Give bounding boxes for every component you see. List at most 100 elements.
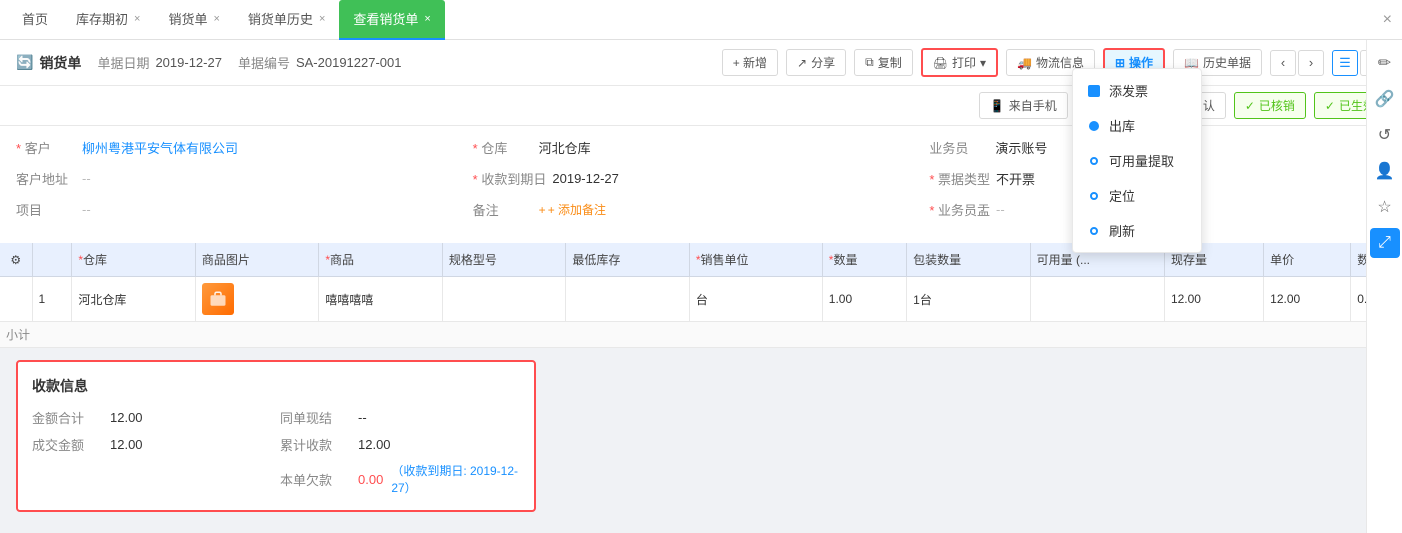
subtotal-label: 小计: [0, 322, 1402, 348]
add-note-button[interactable]: + + 添加备注: [539, 201, 606, 218]
plus-icon: +: [539, 203, 546, 217]
address-value: --: [82, 171, 91, 186]
prev-arrow[interactable]: ‹: [1270, 50, 1296, 76]
note-label: 备注: [473, 200, 533, 219]
doc-date-meta: 单据日期 2019-12-27: [97, 53, 222, 72]
staff2-value: --: [996, 202, 1005, 217]
available-qty-item[interactable]: 可用量提取: [1073, 143, 1201, 178]
copy-icon: ⧉: [865, 55, 874, 70]
col-gear[interactable]: ⚙: [0, 243, 32, 277]
col-product: *商品: [319, 243, 443, 277]
row-available: [1030, 277, 1164, 322]
customer-field: * 客户 柳州粤港平安气体有限公司: [16, 138, 473, 157]
operation-dropdown: 添发票 出库 可用量提取 定位 刷新: [1072, 68, 1202, 253]
row-sales-unit: 台: [689, 277, 822, 322]
staff-value: 演示账号: [995, 138, 1047, 157]
tab-sales-order[interactable]: 销货单 ×: [154, 0, 233, 40]
payment-grid: 金额合计 12.00 同单现结 -- 成交金额 12.00 累计收款 12.00…: [32, 408, 520, 496]
from-phone-button[interactable]: 📱 来自手机: [979, 92, 1068, 119]
print-dropdown-arrow: ▾: [980, 56, 986, 70]
outbound-item[interactable]: 出库: [1073, 108, 1201, 143]
tab-view-sales[interactable]: 查看销货单 ×: [339, 0, 444, 40]
tab-sales-history[interactable]: 销货单历史 ×: [234, 0, 339, 40]
window-close-button[interactable]: ×: [1383, 11, 1392, 29]
row-unit-price: 12.00: [1264, 277, 1351, 322]
same-order-item: 同单现结 --: [280, 408, 520, 427]
sidebar-icon-refresh[interactable]: ↺: [1370, 120, 1400, 150]
project-label: 项目: [16, 200, 76, 219]
share-icon: ↗: [797, 56, 807, 70]
project-value: --: [82, 202, 91, 217]
copy-button[interactable]: ⧉ 复制: [854, 49, 913, 76]
active-check-icon: ✓: [1325, 99, 1335, 113]
staff2-label: 业务员盂: [938, 203, 990, 218]
row-spec: [442, 277, 566, 322]
total-amount-item: 金额合计 12.00: [32, 408, 272, 427]
ticket-type-label: 票据类型: [938, 172, 990, 187]
doc-number-meta: 单据编号 SA-20191227-001: [238, 53, 402, 72]
sidebar-icon-link[interactable]: 🔗: [1370, 84, 1400, 114]
row-pack-qty: 1台: [907, 277, 1031, 322]
staff-label: 业务员: [929, 138, 989, 157]
confirmed-button[interactable]: ✓ 已核销: [1234, 92, 1306, 119]
product-table-wrap: ⚙ *仓库 商品图片 *商品 规格型号 最低库存 *销售单位 *数量 包装数量 …: [0, 243, 1402, 348]
warehouse-label: 仓库: [481, 141, 507, 156]
row-current-stock: 12.00: [1164, 277, 1263, 322]
col-spec: 规格型号: [442, 243, 566, 277]
sidebar-icon-expand[interactable]: ⤢: [1370, 228, 1400, 258]
row-product-img: [195, 277, 319, 322]
transaction-item: 成交金额 12.00: [32, 435, 272, 454]
ticket-type-value: 不开票: [996, 169, 1035, 188]
add-invoice-icon: [1087, 84, 1101, 98]
refresh-icon: [1087, 224, 1101, 238]
col-min-stock: 最低库存: [566, 243, 690, 277]
available-qty-icon: [1087, 154, 1101, 168]
table-row: 1 河北仓库 嘻嘻嘻嘻 台 1.00 1台 12.00 12.00 0.: [0, 277, 1402, 322]
address-field: 客户地址 --: [16, 169, 473, 188]
owed-value: 0.00: [358, 472, 383, 487]
row-qty: 1.00: [822, 277, 906, 322]
row-num: 1: [32, 277, 72, 322]
total-amount-value: 12.00: [110, 410, 143, 425]
due-hint: （收款到期日: 2019-12-27）: [391, 462, 520, 496]
due-date-value: 2019-12-27: [552, 171, 619, 186]
col-row-num: [32, 243, 72, 277]
sidebar-icon-edit[interactable]: ✏: [1370, 48, 1400, 78]
locate-icon: [1087, 189, 1101, 203]
due-date-label: 收款到期日: [481, 172, 546, 187]
print-button[interactable]: 🖨 打印 ▾: [921, 48, 998, 77]
customer-value[interactable]: 柳州粤港平安气体有限公司: [82, 138, 238, 157]
payment-section: 收款信息 金额合计 12.00 同单现结 -- 成交金额 12.00 累计收款 …: [16, 360, 536, 512]
tab-bar: 首页 库存期初 × 销货单 × 销货单历史 × 查看销货单 × ×: [0, 0, 1402, 40]
close-inventory-tab[interactable]: ×: [134, 13, 140, 25]
col-unit-price: 单价: [1264, 243, 1351, 277]
row-product: 嘻嘻嘻嘻: [319, 277, 443, 322]
close-history-tab[interactable]: ×: [319, 13, 325, 25]
new-button[interactable]: + 新增: [722, 49, 778, 76]
refresh-item[interactable]: 刷新: [1073, 213, 1201, 248]
close-sales-tab[interactable]: ×: [213, 13, 219, 25]
address-label: 客户地址: [16, 169, 76, 188]
payment-title: 收款信息: [32, 376, 520, 396]
sidebar-icon-star[interactable]: ☆: [1370, 192, 1400, 222]
toolbar-right: + 新增 ↗ 分享 ⧉ 复制 🖨 打印 ▾ 🚚 物流信息 ⊞ 操作 📖 历史单据…: [722, 48, 1386, 77]
list-view-button[interactable]: ☰: [1332, 50, 1358, 76]
row-gear[interactable]: [0, 277, 32, 322]
product-table: ⚙ *仓库 商品图片 *商品 规格型号 最低库存 *销售单位 *数量 包装数量 …: [0, 243, 1402, 348]
add-invoice-item[interactable]: 添发票: [1073, 73, 1201, 108]
close-view-sales-tab[interactable]: ×: [424, 13, 430, 25]
outbound-icon: [1087, 119, 1101, 133]
sidebar-icon-person[interactable]: 👤: [1370, 156, 1400, 186]
warehouse-value: 河北仓库: [539, 138, 591, 157]
nav-arrows: ‹ ›: [1270, 50, 1324, 76]
next-arrow[interactable]: ›: [1298, 50, 1324, 76]
tab-home[interactable]: 首页: [8, 0, 62, 40]
doc-icon: 🔄: [16, 54, 33, 71]
subtotal-row: 小计: [0, 322, 1402, 348]
row-min-stock: [566, 277, 690, 322]
tab-inventory-init[interactable]: 库存期初 ×: [62, 0, 154, 40]
right-sidebar: ✏ 🔗 ↺ 👤 ☆ ⤢: [1366, 40, 1402, 533]
share-button[interactable]: ↗ 分享: [786, 49, 846, 76]
transaction-value: 12.00: [110, 437, 143, 452]
locate-item[interactable]: 定位: [1073, 178, 1201, 213]
